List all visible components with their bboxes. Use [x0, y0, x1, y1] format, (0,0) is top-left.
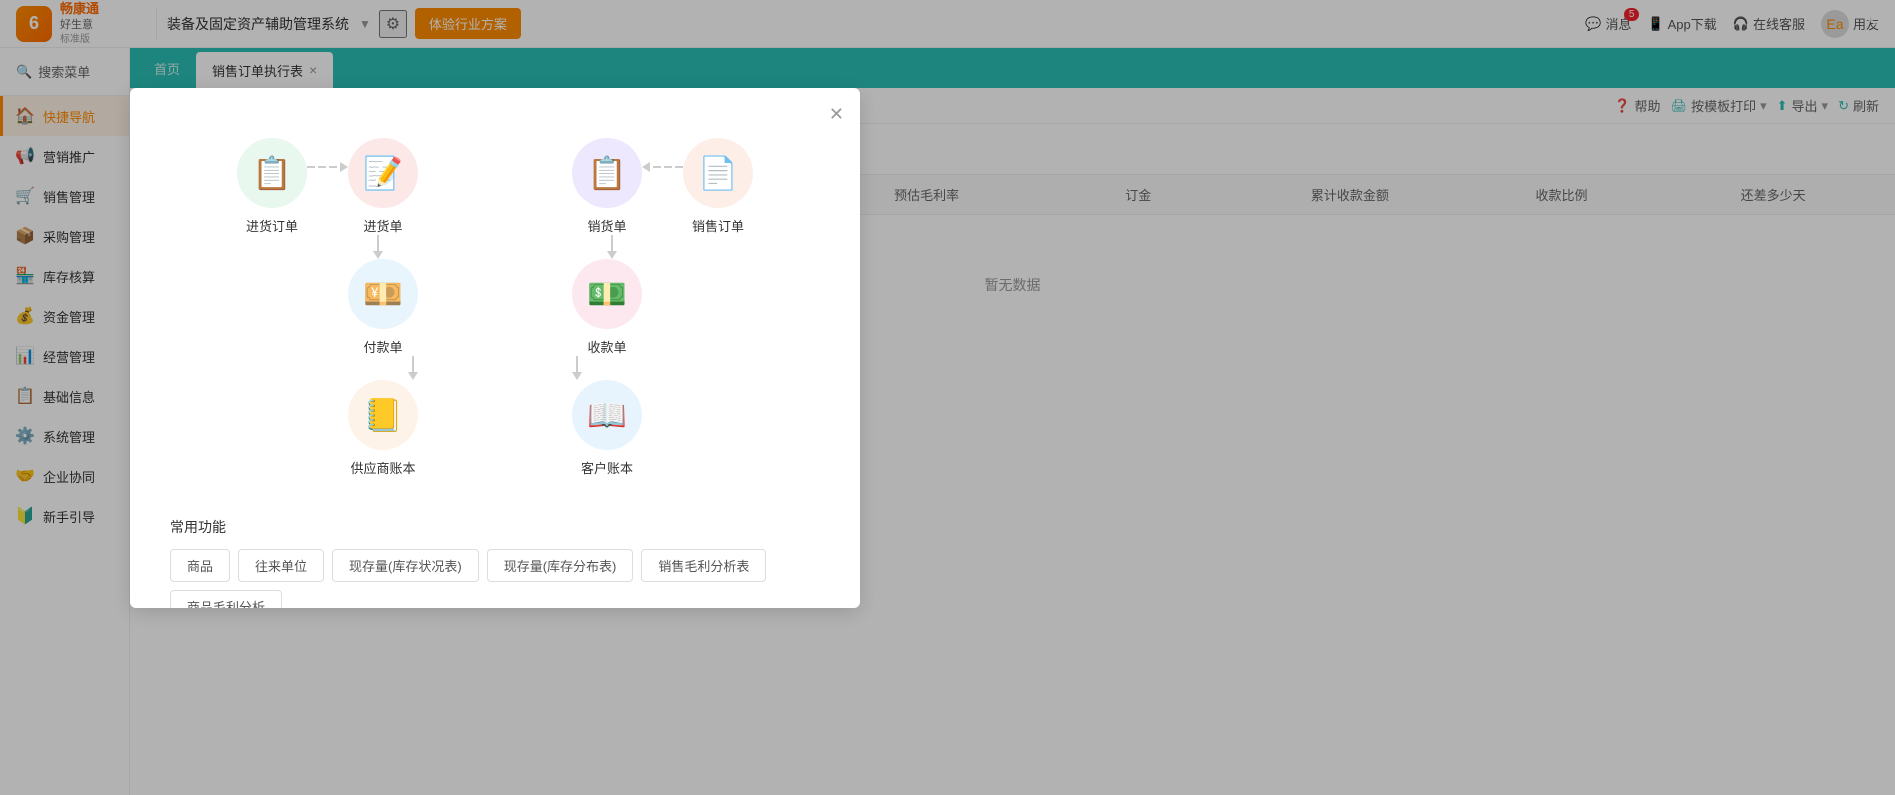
supplier-ledger-circle: 📒: [348, 380, 418, 450]
receipt-circle: 💵: [572, 259, 642, 329]
receipt-label: 收款单: [587, 337, 626, 356]
common-functions-section: 常用功能 商品 往来单位 现存量(库存状况表) 现存量(库存分布表) 销售毛利分…: [170, 517, 820, 608]
payment-node-wrapper: 💴 付款单: [237, 259, 418, 356]
supplier-ledger-label: 供应商账本: [350, 458, 415, 477]
func-btn-product[interactable]: 商品: [170, 549, 230, 582]
func-btn-product-gross[interactable]: 商品毛利分析: [170, 590, 282, 608]
sales-order-node: 📋 销货单: [572, 138, 642, 235]
flow-modal: ✕ 📋 进货订单: [130, 88, 860, 608]
modal-overlay[interactable]: ✕ 📋 进货订单: [0, 0, 1895, 795]
sales-invoice-node: 📄 销售订单: [683, 138, 753, 235]
v-arrow-payment: [237, 356, 418, 380]
customer-ledger-circle: 📖: [572, 380, 642, 450]
v-arrow-sales: [572, 235, 753, 259]
v-arrow-down-1: [373, 235, 383, 259]
v-arrow-receipt: [572, 356, 753, 380]
sales-order-label: 销货单: [587, 216, 626, 235]
purchase-flow-section: 📋 进货订单 📝 进货单: [237, 138, 418, 477]
v-arrow-purchase: [237, 235, 418, 259]
payment-node: 💴 付款单: [348, 259, 418, 356]
supplier-ledger-wrapper: 📒 供应商账本: [237, 380, 418, 477]
purchase-receipt-node: 📝 进货单: [348, 138, 418, 235]
supplier-ledger-node: 📒 供应商账本: [348, 380, 418, 477]
v-arrow-down-3: [607, 235, 617, 259]
purchase-flow-row: 📋 进货订单 📝 进货单: [237, 138, 418, 235]
sales-flow-section: 📋 销货单 📄 销售订单: [572, 138, 753, 477]
sales-invoice-circle: 📄: [683, 138, 753, 208]
common-functions-title: 常用功能: [170, 517, 820, 537]
sales-flow-row: 📋 销货单 📄 销售订单: [572, 138, 753, 235]
h-connector-1: [307, 138, 348, 172]
purchase-order-label: 进货订单: [246, 216, 298, 235]
payment-circle: 💴: [348, 259, 418, 329]
purchase-receipt-circle: 📝: [348, 138, 418, 208]
func-btn-sales-gross[interactable]: 销售毛利分析表: [641, 549, 766, 582]
sales-order-circle: 📋: [572, 138, 642, 208]
h-connector-2: [642, 138, 683, 172]
sales-invoice-label: 销售订单: [692, 216, 744, 235]
func-btn-stock-status[interactable]: 现存量(库存状况表): [332, 549, 479, 582]
func-btn-stock-dist[interactable]: 现存量(库存分布表): [487, 549, 634, 582]
func-btn-partner[interactable]: 往来单位: [238, 549, 324, 582]
dashes-1: [307, 162, 348, 172]
dashes-2: [642, 162, 683, 172]
v-arrow-down-2: [408, 356, 418, 380]
customer-ledger-wrapper: 📖 客户账本: [572, 380, 753, 477]
v-arrow-down-4: [572, 356, 582, 380]
receipt-node: 💵 收款单: [572, 259, 642, 356]
modal-close-button[interactable]: ✕: [829, 104, 844, 125]
customer-ledger-node: 📖 客户账本: [572, 380, 642, 477]
payment-label: 付款单: [363, 337, 402, 356]
flow-diagram: 📋 进货订单 📝 进货单: [170, 118, 820, 507]
purchase-order-node: 📋 进货订单: [237, 138, 307, 235]
purchase-order-circle: 📋: [237, 138, 307, 208]
receipt-node-wrapper: 💵 收款单: [572, 259, 753, 356]
customer-ledger-label: 客户账本: [581, 458, 633, 477]
common-functions-row1: 商品 往来单位 现存量(库存状况表) 现存量(库存分布表) 销售毛利分析表 商品…: [170, 549, 820, 608]
purchase-receipt-label: 进货单: [363, 216, 402, 235]
